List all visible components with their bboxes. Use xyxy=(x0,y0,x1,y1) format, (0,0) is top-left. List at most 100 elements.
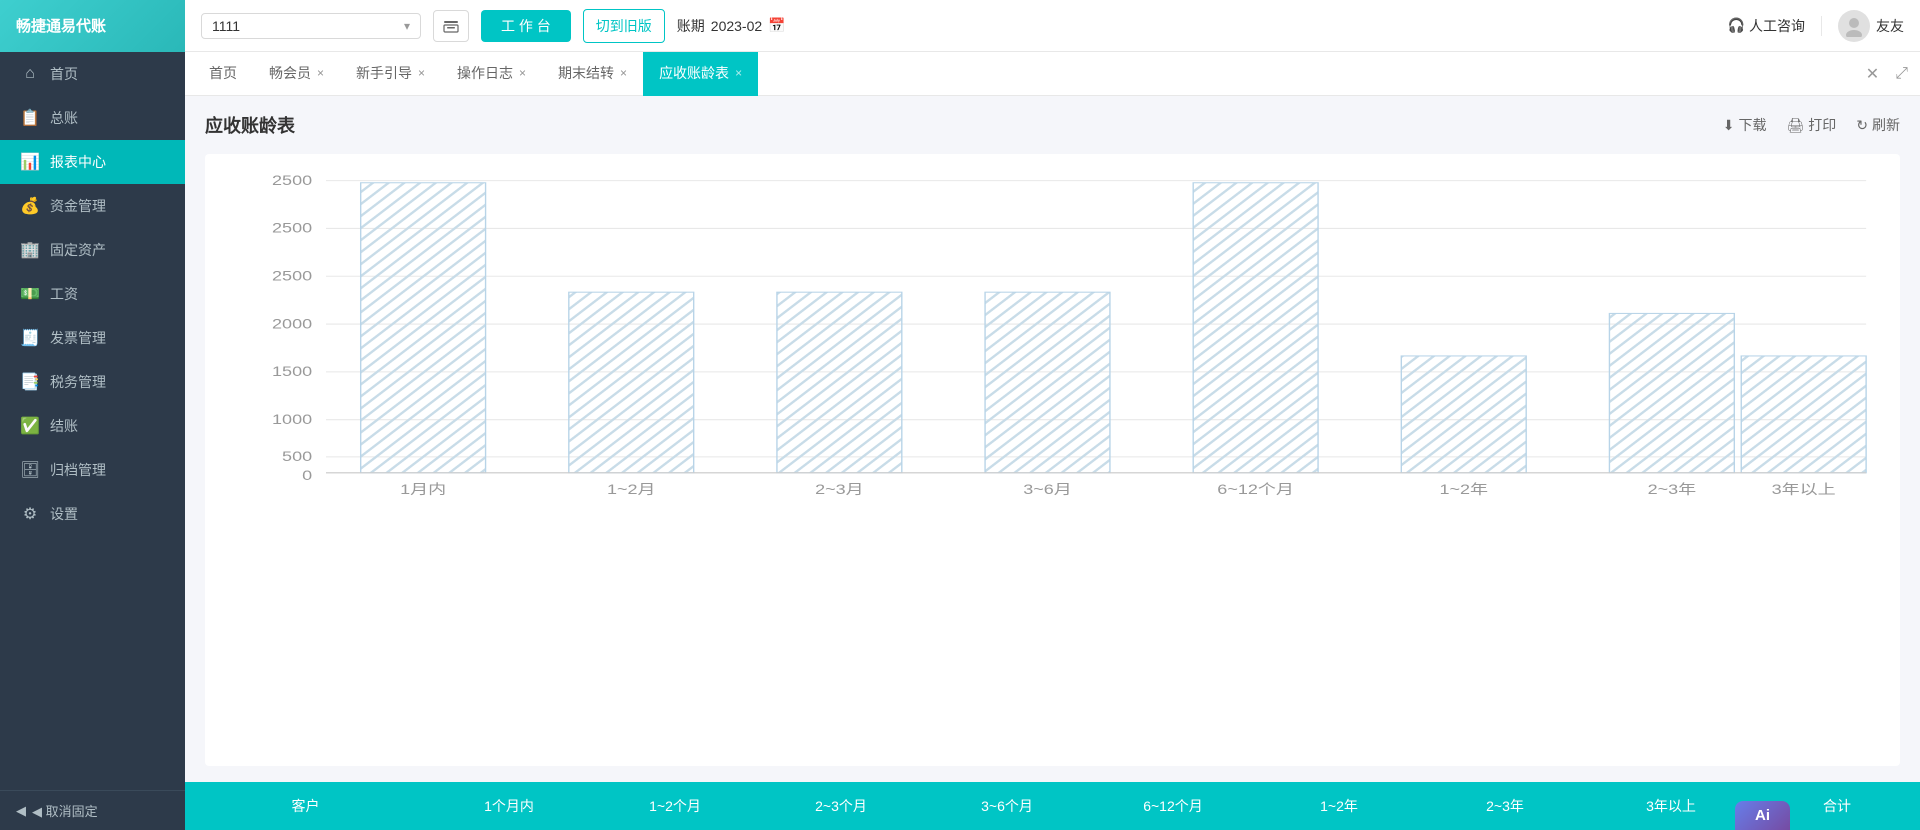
bar-1月内 xyxy=(361,183,486,473)
tab-member[interactable]: 畅会员 × xyxy=(253,52,340,96)
sidebar-item-settings[interactable]: ⚙ 设置 xyxy=(0,492,185,536)
download-label: 下载 xyxy=(1738,115,1766,135)
tab-label-guide: 新手引导 xyxy=(356,63,412,83)
page-actions: ⬇下载 🖨打印 ↻刷新 xyxy=(1723,115,1900,135)
period-value: 2023-02 xyxy=(711,18,762,34)
header-divider xyxy=(1821,16,1822,36)
headset-icon: 🎧 xyxy=(1728,17,1745,34)
ai-badge[interactable]: Ai xyxy=(1735,801,1790,830)
header-right: 🎧 人工咨询 友友 xyxy=(1728,10,1904,42)
sidebar-icon-salary: 💵 xyxy=(20,284,40,304)
bar-1-2年 xyxy=(1401,356,1526,473)
sidebar-icon-settings: ⚙ xyxy=(20,504,40,524)
unpin-label: ◀︎ 取消固定 xyxy=(32,801,98,820)
tab-oplog[interactable]: 操作日志 × xyxy=(441,52,542,96)
sidebar-item-close[interactable]: ✅ 结账 xyxy=(0,404,185,448)
sidebar-label-close: 结账 xyxy=(50,416,78,436)
table-header-col-7: 2~3年 xyxy=(1422,796,1588,816)
dropdown-arrow-icon: ▾ xyxy=(404,19,410,33)
company-selector[interactable]: 1111 ▾ xyxy=(201,13,421,39)
sidebar-item-ledger[interactable]: 📋 总账 xyxy=(0,96,185,140)
sidebar-icon-archive: 🗄 xyxy=(20,460,40,480)
tab-aging[interactable]: 应收账龄表 × xyxy=(643,52,758,96)
sidebar-item-archive[interactable]: 🗄 归档管理 xyxy=(0,448,185,492)
logo-area: 畅捷通易代账 xyxy=(0,0,185,52)
download-icon: ⬇ xyxy=(1723,117,1735,134)
header-center: 1111 ▾ 工 作 台 切到旧版 账期 2023-02 📅 xyxy=(201,9,1728,43)
table-header-col-0: 客户 xyxy=(185,796,426,816)
sidebar-icon-tax: 📑 xyxy=(20,372,40,392)
sidebar-item-funds[interactable]: 💰 资金管理 xyxy=(0,184,185,228)
download-button[interactable]: ⬇下载 xyxy=(1723,115,1767,135)
sidebar-label-archive: 归档管理 xyxy=(50,460,106,480)
sidebar: ⌂ 首页 📋 总账 📊 报表中心 💰 资金管理 🏢 固定资产 💵 工资 🧾 发票… xyxy=(0,52,185,830)
print-icon: 🖨 xyxy=(1786,117,1804,134)
table-header-col-6: 1~2年 xyxy=(1256,796,1422,816)
tab-label-aging: 应收账龄表 xyxy=(659,63,729,83)
print-label: 打印 xyxy=(1808,115,1836,135)
table-header-col-2: 1~2个月 xyxy=(592,796,758,816)
expand-tabs-button[interactable]: ⤢ xyxy=(1891,61,1912,87)
top-header: 畅捷通易代账 1111 ▾ 工 作 台 切到旧版 账期 2023-02 📅 🎧 … xyxy=(0,0,1920,52)
close-all-tabs-button[interactable]: ✕ xyxy=(1862,60,1883,88)
sidebar-label-assets: 固定资产 xyxy=(50,240,106,260)
user-avatar xyxy=(1838,10,1870,42)
switch-old-button[interactable]: 切到旧版 xyxy=(583,9,665,43)
tab-close-period-close[interactable]: × xyxy=(620,66,627,80)
bar-2-3月 xyxy=(777,292,902,473)
svg-text:3~6月: 3~6月 xyxy=(1023,482,1072,497)
sidebar-icon-invoice: 🧾 xyxy=(20,328,40,348)
user-area[interactable]: 友友 xyxy=(1838,10,1904,42)
print-button[interactable]: 🖨打印 xyxy=(1786,115,1836,135)
svg-text:2500: 2500 xyxy=(272,268,312,283)
sidebar-label-salary: 工资 xyxy=(50,284,78,304)
sidebar-scroll: ⌂ 首页 📋 总账 📊 报表中心 💰 资金管理 🏢 固定资产 💵 工资 🧾 发票… xyxy=(0,52,185,790)
tab-close-member[interactable]: × xyxy=(317,66,324,80)
refresh-icon: ↻ xyxy=(1856,117,1868,134)
content-area: 首页畅会员 ×新手引导 ×操作日志 ×期末结转 ×应收账龄表 × ✕ ⤢ 应收账… xyxy=(185,52,1920,830)
tab-period-close[interactable]: 期末结转 × xyxy=(542,52,643,96)
bar-1-2月 xyxy=(569,292,694,473)
sidebar-icon-home: ⌂ xyxy=(20,65,40,83)
consulting-button[interactable]: 🎧 人工咨询 xyxy=(1728,16,1805,36)
svg-text:3年以上: 3年以上 xyxy=(1772,482,1836,497)
refresh-label: 刷新 xyxy=(1872,115,1900,135)
sidebar-item-invoice[interactable]: 🧾 发票管理 xyxy=(0,316,185,360)
tabs-bar: 首页畅会员 ×新手引导 ×操作日志 ×期末结转 ×应收账龄表 × ✕ ⤢ xyxy=(185,52,1920,96)
sidebar-item-home[interactable]: ⌂ 首页 xyxy=(0,52,185,96)
logo-text: 畅捷通易代账 xyxy=(16,15,106,36)
sidebar-icon-assets: 🏢 xyxy=(20,240,40,260)
tab-guide[interactable]: 新手引导 × xyxy=(340,52,441,96)
bar-6-12月 xyxy=(1193,183,1318,473)
user-name: 友友 xyxy=(1876,16,1904,36)
table-header-col-4: 3~6个月 xyxy=(924,796,1090,816)
tab-home[interactable]: 首页 xyxy=(193,52,253,96)
tab-close-aging[interactable]: × xyxy=(735,66,742,80)
sidebar-label-settings: 设置 xyxy=(50,504,78,524)
company-name: 1111 xyxy=(212,18,396,34)
refresh-button[interactable]: ↻刷新 xyxy=(1856,115,1900,135)
sidebar-item-salary[interactable]: 💵 工资 xyxy=(0,272,185,316)
chart-wrap: 2500 2500 2500 2000 1500 1000 500 0 xyxy=(215,170,1880,510)
sidebar-label-ledger: 总账 xyxy=(50,108,78,128)
tab-close-guide[interactable]: × xyxy=(418,66,425,80)
svg-text:2~3年: 2~3年 xyxy=(1648,482,1697,497)
period-label: 账期 xyxy=(677,16,705,36)
table-header-col-8: 3年以上 xyxy=(1588,796,1754,816)
calendar-icon[interactable]: 📅 xyxy=(768,17,785,34)
workbench-button[interactable]: 工 作 台 xyxy=(481,10,571,42)
tab-label-home: 首页 xyxy=(209,63,237,83)
svg-text:2000: 2000 xyxy=(272,316,312,331)
svg-text:0: 0 xyxy=(302,468,312,483)
sidebar-item-reports[interactable]: 📊 报表中心 xyxy=(0,140,185,184)
sidebar-item-tax[interactable]: 📑 税务管理 xyxy=(0,360,185,404)
sidebar-label-reports: 报表中心 xyxy=(50,152,106,172)
page-content: 应收账龄表 ⬇下载🖨打印↻刷新 xyxy=(185,96,1920,782)
sidebar-footer[interactable]: ◀ ◀︎ 取消固定 xyxy=(0,790,185,830)
svg-text:2~3月: 2~3月 xyxy=(815,482,864,497)
archive-button[interactable] xyxy=(433,10,469,42)
tab-close-oplog[interactable]: × xyxy=(519,66,526,80)
svg-text:500: 500 xyxy=(282,449,312,464)
sidebar-item-assets[interactable]: 🏢 固定资产 xyxy=(0,228,185,272)
table-header-col-3: 2~3个月 xyxy=(758,796,924,816)
